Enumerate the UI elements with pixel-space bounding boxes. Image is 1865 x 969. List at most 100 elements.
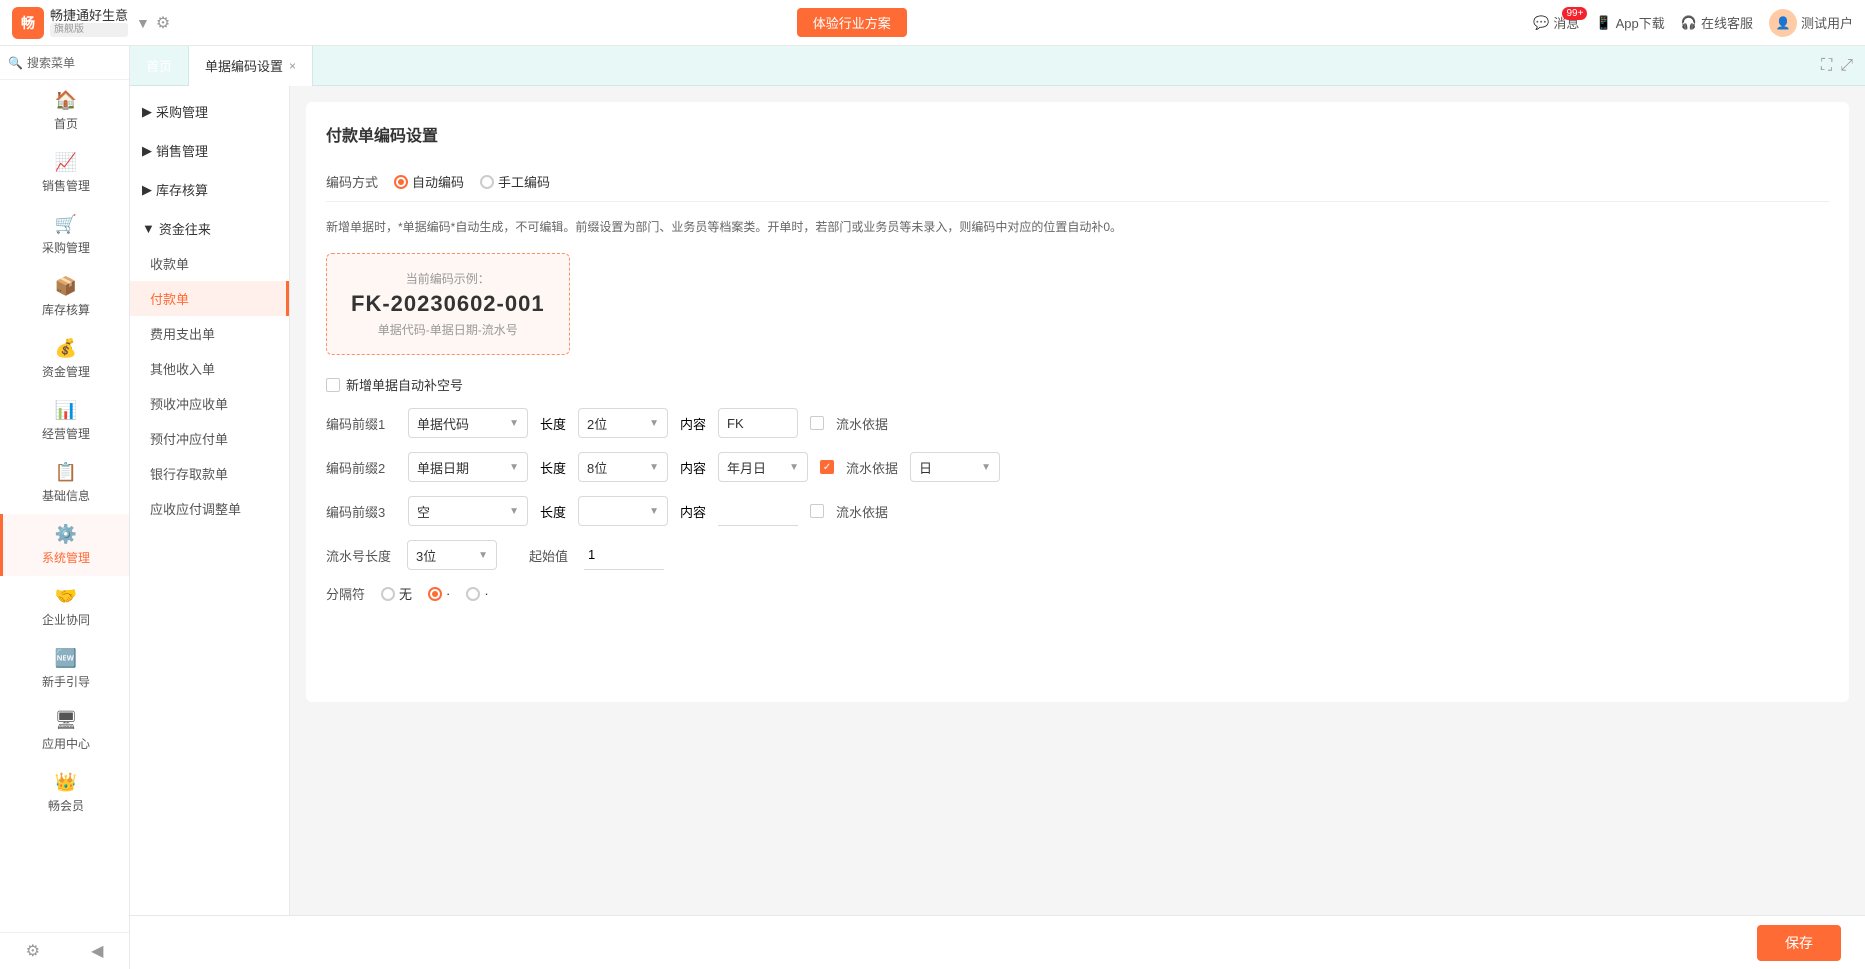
auto-fill-row: 新增单据自动补空号 (326, 375, 1829, 394)
prefix3-label: 编码前缀3 (326, 502, 396, 521)
sidebar-bottom: ⚙ ◀ (0, 932, 129, 969)
prefix1-serial-checkbox[interactable] (810, 416, 824, 430)
prefix3-chevron-icon: ▼ (509, 506, 519, 517)
sidebar-item-cooperation[interactable]: 🤝 企业协同 (0, 576, 129, 638)
prefix2-select[interactable]: 单据日期 ▼ (408, 452, 528, 482)
prefix1-chevron-icon: ▼ (509, 418, 519, 429)
tab-close-icon[interactable]: × (289, 59, 296, 73)
home-icon: 🏠 (55, 90, 77, 111)
prefix3-select[interactable]: 空 ▼ (408, 496, 528, 526)
prefix2-content-value: 年月日 (727, 458, 766, 477)
trial-btn[interactable]: 体验行业方案 (797, 8, 907, 37)
prefix2-unit-select[interactable]: 日 ▼ (910, 452, 1000, 482)
prefix2-serial-checkbox[interactable]: ✓ (820, 460, 834, 474)
prefix2-length-select[interactable]: 8位 ▼ (578, 452, 668, 482)
sub-item-receipt[interactable]: 收款单 (130, 246, 289, 281)
sidebar-item-operations[interactable]: 📊 经营管理 (0, 390, 129, 452)
sidebar-item-apps[interactable]: 🖥 应用中心 (0, 700, 129, 762)
prefix3-length-select[interactable]: ▼ (578, 496, 668, 526)
sidebar-settings-icon[interactable]: ⚙ (26, 941, 40, 961)
save-button[interactable]: 保存 (1757, 925, 1841, 961)
sidebar-item-cooperation-label: 企业协同 (42, 611, 90, 628)
separator-label: 分隔符 (326, 584, 365, 603)
info-text: 新增单据时，*单据编码*自动生成，不可编辑。前缀设置为部门、业务员等档案类。开单… (326, 218, 1829, 237)
sidebar-item-system[interactable]: ⚙️ 系统管理 (0, 514, 129, 576)
prefix1-length-chevron-icon: ▼ (649, 418, 659, 429)
sub-header-purchase[interactable]: ▶ 采购管理 (130, 94, 289, 129)
sidebar-collapse-icon[interactable]: ◀ (91, 941, 103, 961)
sub-item-bank[interactable]: 银行存取款单 (130, 456, 289, 491)
chevron-right-inventory-icon: ▶ (142, 182, 152, 198)
sub-item-pre-receipt[interactable]: 预收冲应收单 (130, 386, 289, 421)
sidebar-item-member[interactable]: 👑 畅会员 (0, 762, 129, 824)
tab-home[interactable]: 首页 (130, 46, 189, 86)
tab-expand-icon[interactable]: ⛶ (1821, 57, 1832, 75)
sidebar-item-sales-label: 销售管理 (42, 177, 90, 194)
sep-dot-radio[interactable]: · (428, 586, 450, 601)
prefix2-serial-label: 流水依据 (846, 458, 898, 477)
top-bar-mid: 体验行业方案 (797, 8, 907, 37)
tab-fullscreen-icon[interactable]: ⤢ (1840, 57, 1853, 75)
sidebar-item-guide[interactable]: 🆕 新手引导 (0, 638, 129, 700)
sidebar-item-home[interactable]: 🏠 首页 (0, 80, 129, 142)
sep-dot2-radio[interactable]: · (466, 586, 488, 601)
service-icon: 🎧 (1681, 15, 1697, 31)
sidebar-item-apps-label: 应用中心 (42, 735, 90, 752)
sub-item-expense[interactable]: 费用支出单 (130, 316, 289, 351)
prefix1-select[interactable]: 单据代码 ▼ (408, 408, 528, 438)
prefix2-content-select[interactable]: 年月日 ▼ (718, 452, 808, 482)
sidebar-item-inventory[interactable]: 📦 库存核算 (0, 266, 129, 328)
sub-header-sales[interactable]: ▶ 销售管理 (130, 133, 289, 168)
sidebar-item-sales[interactable]: 📈 销售管理 (0, 142, 129, 204)
app-download-btn[interactable]: 📱 App下载 (1595, 13, 1664, 32)
sub-item-other-income[interactable]: 其他收入单 (130, 351, 289, 386)
tab-encoding-settings[interactable]: 单据编码设置 × (189, 46, 313, 86)
serial-length-select[interactable]: 3位 ▼ (407, 540, 497, 570)
sub-group-inventory: ▶ 库存核算 (130, 172, 289, 207)
prefix3-serial-checkbox[interactable] (810, 504, 824, 518)
form-row-prefix3: 编码前缀3 空 ▼ 长度 ▼ 内容 流水依据 (326, 496, 1829, 526)
start-value-input[interactable]: 1 (584, 540, 664, 570)
sep-none-radio[interactable]: 无 (381, 584, 412, 603)
message-btn[interactable]: 💬 消息 99+ (1533, 13, 1579, 32)
search-label: 搜索菜单 (27, 54, 75, 71)
basic-info-icon: 📋 (55, 462, 77, 483)
sub-header-capital[interactable]: ▼ 资金往来 (130, 211, 289, 246)
form-row-prefix2: 编码前缀2 单据日期 ▼ 长度 8位 ▼ 内容 年月日 (326, 452, 1829, 482)
system-icon: ⚙️ (55, 524, 77, 545)
page-main: 付款单编码设置 编码方式 自动编码 手工编码 (290, 86, 1865, 915)
inventory-icon: 📦 (55, 276, 77, 297)
start-value: 1 (588, 547, 595, 562)
auto-code-radio-circle (394, 175, 408, 189)
prefix3-content-input (718, 496, 798, 526)
prefix2-content-chevron-icon: ▼ (789, 462, 799, 473)
sidebar-item-finance[interactable]: 💰 资金管理 (0, 328, 129, 390)
auto-fill-checkbox[interactable] (326, 378, 340, 392)
dropdown-arrow-icon[interactable]: ▼ (136, 15, 150, 31)
prefix1-length-select[interactable]: 2位 ▼ (578, 408, 668, 438)
sub-header-inventory[interactable]: ▶ 库存核算 (130, 172, 289, 207)
user-info[interactable]: 👤 测试用户 (1769, 9, 1853, 37)
tab-home-label: 首页 (146, 56, 172, 75)
sidebar-item-basic-label: 基础信息 (42, 487, 90, 504)
sidebar-item-purchase[interactable]: 🛒 采购管理 (0, 204, 129, 266)
sidebar: 🔍 搜索菜单 🏠 首页 📈 销售管理 🛒 采购管理 📦 库存核算 💰 资金管理 … (0, 46, 130, 969)
search-menu-btn[interactable]: 🔍 搜索菜单 (0, 46, 129, 80)
chevron-right-sales-icon: ▶ (142, 143, 152, 159)
online-service-btn[interactable]: 🎧 在线客服 (1681, 13, 1753, 32)
chevron-right-icon: ▶ (142, 104, 152, 120)
operations-icon: 📊 (55, 400, 77, 421)
online-service-label: 在线客服 (1701, 13, 1753, 32)
sidebar-item-basic[interactable]: 📋 基础信息 (0, 452, 129, 514)
auto-code-radio[interactable]: 自动编码 (394, 172, 464, 191)
sub-item-payment[interactable]: 付款单 (130, 281, 289, 316)
message-icon: 💬 (1533, 15, 1549, 31)
manual-code-radio[interactable]: 手工编码 (480, 172, 550, 191)
sub-item-pre-payment[interactable]: 预付冲应付单 (130, 421, 289, 456)
code-preview-sub: 单据代码-单据日期-流水号 (351, 321, 545, 338)
sub-item-adjust[interactable]: 应收应付调整单 (130, 491, 289, 526)
serial-length-row: 流水号长度 3位 ▼ 起始值 1 (326, 540, 1829, 570)
tab-bar: 首页 单据编码设置 × ⛶ ⤢ (130, 46, 1865, 86)
settings-icon[interactable]: ⚙ (156, 13, 170, 33)
sep-none-label: 无 (399, 584, 412, 603)
